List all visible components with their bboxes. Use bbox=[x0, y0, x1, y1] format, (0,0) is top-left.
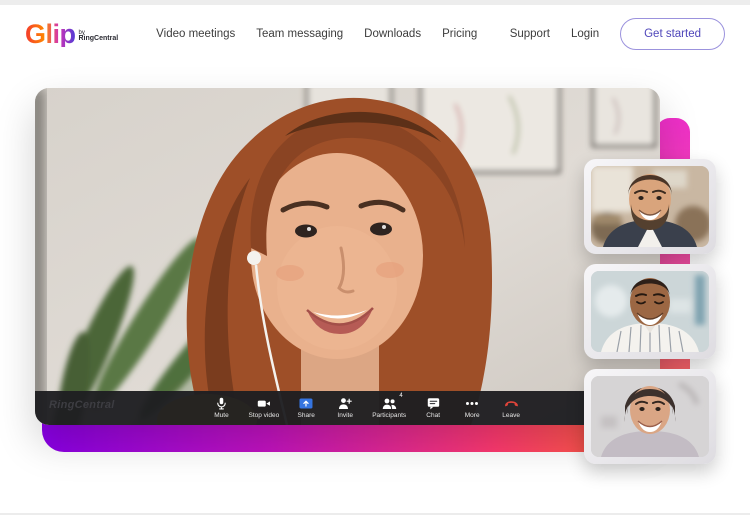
mute-button[interactable]: Mute bbox=[209, 397, 233, 419]
participants-button[interactable]: 4 Participants bbox=[372, 393, 406, 419]
glip-landing-page: Glip by RingCentral Video meetings Team … bbox=[0, 0, 750, 515]
chat-button[interactable]: Chat bbox=[421, 397, 445, 419]
call-toolbar: RingCentral Mute Stop video Share Invite… bbox=[35, 391, 660, 425]
person-add-icon bbox=[338, 397, 352, 410]
participants-icon: 4 bbox=[382, 393, 403, 410]
more-ellipsis-icon bbox=[465, 397, 479, 410]
leave-button[interactable]: Leave bbox=[499, 397, 523, 419]
phone-hangup-icon bbox=[504, 397, 519, 410]
call-controls: Mute Stop video Share Invite 4 Participa… bbox=[209, 391, 523, 425]
participant-thumbnail-1 bbox=[584, 159, 716, 254]
ringcentral-watermark: RingCentral bbox=[49, 399, 115, 411]
microphone-icon bbox=[215, 397, 228, 410]
nav-support[interactable]: Support bbox=[510, 28, 550, 40]
get-started-button[interactable]: Get started bbox=[620, 17, 725, 50]
participant-photo-man-office bbox=[591, 166, 709, 247]
more-button[interactable]: More bbox=[460, 397, 484, 419]
nav-team-messaging[interactable]: Team messaging bbox=[256, 28, 343, 40]
chat-bubble-icon bbox=[427, 397, 440, 410]
share-screen-icon bbox=[299, 397, 313, 410]
participant-photo-man-striped-shirt bbox=[591, 271, 709, 352]
nav-video-meetings[interactable]: Video meetings bbox=[156, 28, 235, 40]
header-right: Support Login Get started bbox=[510, 17, 725, 50]
site-header: Glip by RingCentral Video meetings Team … bbox=[0, 5, 750, 62]
nav-pricing[interactable]: Pricing bbox=[442, 28, 477, 40]
participant-thumbnail-2 bbox=[584, 264, 716, 359]
stop-video-button[interactable]: Stop video bbox=[248, 397, 279, 419]
nav-login[interactable]: Login bbox=[571, 28, 599, 40]
logo-byline: by RingCentral bbox=[78, 29, 119, 42]
glip-logo[interactable]: Glip by RingCentral bbox=[25, 18, 119, 49]
nav-downloads[interactable]: Downloads bbox=[364, 28, 421, 40]
share-button[interactable]: Share bbox=[294, 397, 318, 419]
participant-thumbnail-3 bbox=[584, 369, 716, 464]
main-nav: Video meetings Team messaging Downloads … bbox=[156, 28, 477, 40]
glip-logo-text: Glip bbox=[25, 18, 76, 49]
video-camera-icon bbox=[257, 397, 271, 410]
participant-photo-woman-gray bbox=[591, 376, 709, 457]
participants-count-badge: 4 bbox=[399, 393, 403, 399]
main-video-tile: RingCentral Mute Stop video Share Invite… bbox=[35, 88, 660, 425]
main-speaker-photo bbox=[35, 88, 660, 425]
invite-button[interactable]: Invite bbox=[333, 397, 357, 419]
